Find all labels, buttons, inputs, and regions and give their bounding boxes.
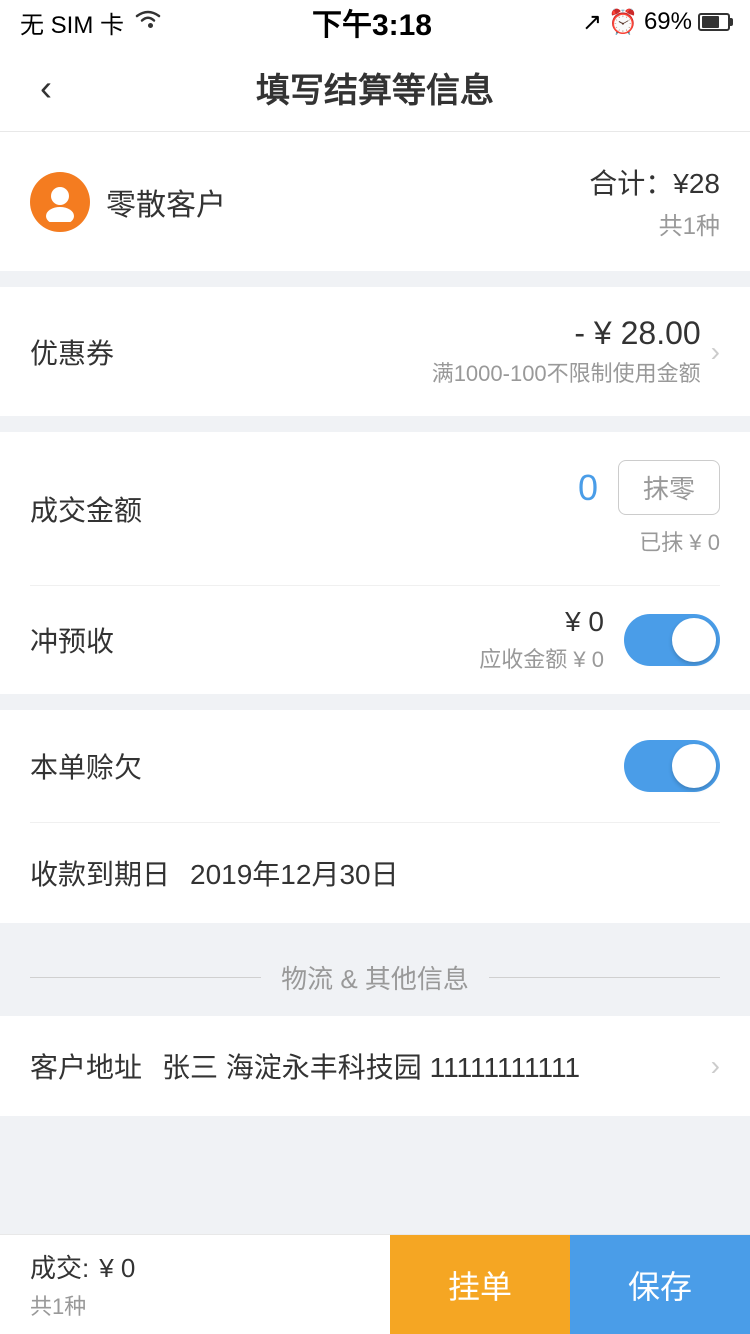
prepay-row: 冲预收 ¥ 0 应收金额 ¥ 0 <box>0 586 750 694</box>
logistics-label: 物流 & 其他信息 <box>261 959 489 996</box>
duedate-row[interactable]: 收款到期日 2019年12月30日 <box>0 823 750 923</box>
nav-bar: ‹ 填写结算等信息 <box>0 44 750 132</box>
duedate-value: 2019年12月30日 <box>190 853 399 893</box>
already-rounded: 已抹 ¥ 0 <box>639 525 720 557</box>
customer-left: 零散客户 <box>30 172 226 232</box>
coupon-row[interactable]: 优惠券 - ¥ 28.00 满1000-100不限制使用金额 › <box>0 287 750 416</box>
hold-button[interactable]: 挂单 <box>390 1235 570 1334</box>
hold-button-label: 挂单 <box>448 1262 512 1308</box>
discount-amount: - ¥ 28.00 <box>574 315 700 352</box>
debt-section: 本单赊欠 收款到期日 2019年12月30日 <box>0 710 750 923</box>
deal-amount-value: 0 <box>578 467 598 509</box>
page-title: 填写结算等信息 <box>256 63 494 112</box>
prepay-main-amount: ¥ 0 <box>479 606 604 638</box>
deal-amount-label: 成交金额 <box>30 489 142 529</box>
header-line-left <box>30 977 261 978</box>
total-amount: 合计：¥28 <box>589 162 720 202</box>
save-button-label: 保存 <box>628 1262 692 1308</box>
status-right: ↗ ⏰ 69% <box>582 8 730 37</box>
debt-toggle-circle <box>672 744 716 788</box>
debt-label: 本单赊欠 <box>30 746 142 786</box>
address-content: 客户地址 张三 海淀永丰科技园 11111111111 <box>30 1046 701 1086</box>
customer-row: 零散客户 合计：¥28 共1种 <box>0 132 750 271</box>
bottom-bar: 成交: ¥ 0 共1种 挂单 保存 <box>0 1234 750 1334</box>
toggle-circle <box>672 618 716 662</box>
prepay-label: 冲预收 <box>30 620 114 660</box>
customer-section: 零散客户 合计：¥28 共1种 <box>0 132 750 271</box>
save-button[interactable]: 保存 <box>570 1235 750 1334</box>
wifi-icon <box>134 8 162 37</box>
address-section[interactable]: 客户地址 张三 海淀永丰科技园 11111111111 › <box>0 1016 750 1116</box>
bottom-deal-row: 成交: ¥ 0 <box>30 1248 360 1285</box>
prepay-sub-amount: 应收金额 ¥ 0 <box>479 642 604 674</box>
duedate-label: 收款到期日 <box>30 853 170 893</box>
content: 零散客户 合计：¥28 共1种 优惠券 - ¥ 28.00 满1000-100不… <box>0 132 750 1216</box>
amount-value-wrap: 0 抹零 <box>578 460 720 515</box>
no-sim-label: 无 SIM 卡 <box>20 5 124 40</box>
prepay-amounts: ¥ 0 应收金额 ¥ 0 <box>479 606 604 674</box>
round-button[interactable]: 抹零 <box>618 460 720 515</box>
discount-desc: 满1000-100不限制使用金额 <box>432 356 701 388</box>
prepay-right: ¥ 0 应收金额 ¥ 0 <box>479 606 720 674</box>
total-count: 共1种 <box>589 206 720 241</box>
battery-percent: 69% <box>644 8 692 36</box>
avatar <box>30 172 90 232</box>
customer-name: 零散客户 <box>106 180 226 224</box>
bottom-summary: 成交: ¥ 0 共1种 <box>0 1235 390 1334</box>
bottom-deal-label: 成交: <box>30 1248 89 1285</box>
address-chevron-icon: › <box>711 1050 720 1082</box>
debt-row: 本单赊欠 <box>0 710 750 822</box>
address-label: 客户地址 <box>30 1046 142 1086</box>
amount-section: 成交金额 0 抹零 已抹 ¥ 0 冲预收 ¥ 0 应收金额 ¥ 0 <box>0 432 750 694</box>
coupon-section[interactable]: 优惠券 - ¥ 28.00 满1000-100不限制使用金额 › <box>0 287 750 416</box>
deal-amount-row: 成交金额 0 抹零 已抹 ¥ 0 <box>0 432 750 585</box>
alarm-icon: ⏰ <box>608 8 638 37</box>
location-icon: ↗ <box>582 8 602 37</box>
address-value: 张三 海淀永丰科技园 11111111111 <box>162 1046 580 1086</box>
coupon-label: 优惠券 <box>30 332 114 372</box>
status-bar: 无 SIM 卡 下午3:18 ↗ ⏰ 69% <box>0 0 750 44</box>
customer-total: 合计：¥28 共1种 <box>589 162 720 241</box>
debt-toggle[interactable] <box>624 740 720 792</box>
battery-icon <box>698 13 730 31</box>
bottom-deal-amount: ¥ 0 <box>99 1253 135 1284</box>
status-left: 无 SIM 卡 <box>20 5 162 40</box>
chevron-right-icon: › <box>711 336 720 368</box>
bottom-count: 共1种 <box>30 1289 360 1321</box>
status-time: 下午3:18 <box>312 0 432 44</box>
logistics-header: 物流 & 其他信息 <box>0 939 750 1016</box>
header-line-right <box>489 977 720 978</box>
prepay-toggle[interactable] <box>624 614 720 666</box>
back-button[interactable]: ‹ <box>30 57 62 119</box>
coupon-value: - ¥ 28.00 满1000-100不限制使用金额 <box>432 315 701 388</box>
